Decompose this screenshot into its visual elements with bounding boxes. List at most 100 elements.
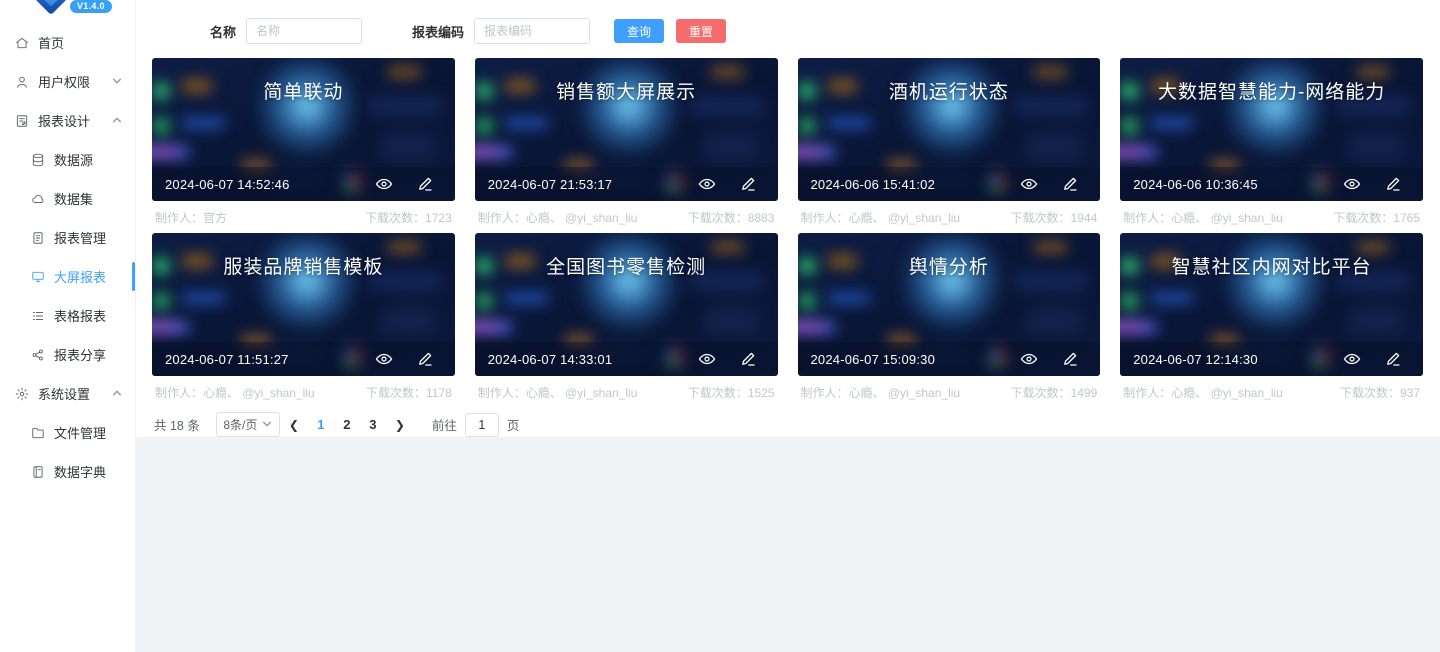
sidebar-item-dataset[interactable]: 数据集 [0, 179, 135, 218]
sidebar-item-label: 用户权限 [38, 75, 91, 90]
card-creator: 制作人：心瘾、 @yi_shan_liu [800, 386, 961, 400]
edit-icon[interactable] [1061, 350, 1079, 368]
page-size-select[interactable]: 8条/页 [215, 412, 280, 437]
sidebar-item-file-manage[interactable]: 文件管理 [0, 413, 135, 452]
edit-icon[interactable] [416, 350, 434, 368]
report-code-label: 报表编码 [412, 24, 465, 40]
card-timestamp: 2024-06-07 21:53:17 [487, 176, 613, 192]
report-design-icon [15, 114, 29, 128]
card-timestamp: 2024-06-06 10:36:45 [1133, 176, 1258, 192]
view-icon[interactable] [375, 350, 393, 368]
version-badge: V1.4.0 [70, 0, 112, 13]
sidebar-item-label: 系统设置 [38, 387, 91, 402]
report-card-cell: 酒机运行状态 2024-06-06 15:41:02 制作人：心瘾、 @yi_s… [797, 58, 1101, 226]
page-number-1[interactable]: 1 [308, 417, 334, 432]
page-number-2[interactable]: 2 [334, 417, 360, 432]
edit-icon[interactable] [1061, 175, 1079, 193]
page-number-3[interactable]: 3 [360, 417, 386, 432]
sidebar-item-label: 文件管理 [54, 426, 107, 441]
report-card[interactable]: 智慧社区内网对比平台 2024-06-07 12:14:30 [1120, 233, 1423, 376]
report-card[interactable]: 舆情分析 2024-06-07 15:09:30 [797, 233, 1101, 376]
view-icon[interactable] [1343, 175, 1361, 193]
reset-button[interactable]: 重置 [676, 19, 727, 43]
sidebar-item-data-source[interactable]: 数据源 [0, 140, 135, 179]
chevron-up-icon [112, 386, 122, 401]
prev-page-button[interactable]: ❮︎ [280, 418, 308, 432]
name-input[interactable] [246, 18, 363, 44]
sidebar-item-data-dictionary[interactable]: 数据字典 [0, 452, 135, 491]
sidebar-item-label: 表格报表 [54, 309, 107, 324]
edit-icon[interactable] [739, 175, 757, 193]
edit-icon[interactable] [1384, 175, 1402, 193]
edit-icon[interactable] [1384, 350, 1402, 368]
view-icon[interactable] [1020, 175, 1038, 193]
sidebar-item-bigscreen-report[interactable]: 大屏报表 [0, 257, 135, 296]
main-content: 名称 报表编码 查询 重置 简单联动 2024-06-07 14:5 [136, 0, 1440, 652]
report-card[interactable]: 销售额大屏展示 2024-06-07 21:53:17 [474, 58, 778, 201]
card-creator: 制作人：心瘾、 @yi_shan_liu [1123, 211, 1283, 225]
sidebar-item-label: 数据集 [54, 192, 94, 207]
user-icon [15, 75, 29, 89]
card-meta: 制作人：官方 下载次数：1723 [152, 201, 455, 226]
report-card[interactable]: 服装品牌销售模板 2024-06-07 11:51:27 [152, 233, 455, 376]
card-meta: 制作人：心瘾、 @yi_shan_liu 下载次数：8883 [475, 201, 778, 226]
sidebar-item-report-manage[interactable]: 报表管理 [0, 218, 135, 257]
sidebar-item-home[interactable]: 首页 [0, 23, 135, 62]
view-icon[interactable] [1343, 350, 1361, 368]
report-code-input[interactable] [474, 18, 591, 44]
sidebar-item-label: 首页 [38, 36, 65, 51]
card-downloads: 下载次数：1944 [1010, 211, 1098, 225]
sidebar-item-system-settings[interactable]: 系统设置 [0, 374, 135, 413]
sidebar-item-user-perms[interactable]: 用户权限 [0, 62, 135, 101]
card-downloads: 下载次数：1499 [1010, 386, 1098, 400]
card-bottom-bar: 2024-06-07 14:52:46 [152, 167, 455, 201]
view-icon[interactable] [698, 175, 716, 193]
card-title: 销售额大屏展示 [556, 82, 697, 103]
card-downloads: 下载次数：1178 [365, 386, 452, 400]
report-card-cell: 服装品牌销售模板 2024-06-07 11:51:27 制作人：心瘾、 @yi… [152, 233, 455, 401]
view-icon[interactable] [375, 175, 393, 193]
edit-icon[interactable] [416, 175, 434, 193]
card-bottom-bar: 2024-06-07 14:33:01 [474, 342, 778, 376]
goto-page-input[interactable] [464, 412, 499, 437]
card-bottom-bar: 2024-06-07 15:09:30 [797, 342, 1101, 376]
report-card[interactable]: 酒机运行状态 2024-06-06 15:41:02 [797, 58, 1101, 201]
report-card[interactable]: 全国图书零售检测 2024-06-07 14:33:01 [474, 233, 778, 376]
card-bottom-bar: 2024-06-07 21:53:17 [474, 167, 778, 201]
card-downloads: 下载次数：1723 [365, 211, 452, 225]
goto-unit: 页 [506, 419, 520, 433]
page-size-value: 8条/页 [223, 418, 258, 432]
card-downloads: 下载次数：937 [1339, 386, 1420, 400]
chevron-up-icon [112, 113, 122, 128]
pagination-goto: 前往 页 [432, 412, 520, 437]
sidebar-item-label: 大屏报表 [54, 270, 107, 285]
book-icon [31, 465, 45, 479]
card-title: 舆情分析 [908, 257, 989, 278]
card-timestamp: 2024-06-06 15:41:02 [810, 176, 936, 192]
report-card[interactable]: 大数据智慧能力-网络能力 2024-06-06 10:36:45 [1120, 58, 1423, 201]
card-meta: 制作人：心瘾、 @yi_shan_liu 下载次数：1765 [1120, 201, 1423, 226]
card-downloads: 下载次数：1765 [1333, 211, 1420, 225]
gear-icon [15, 387, 29, 401]
card-bottom-bar: 2024-06-07 11:51:27 [152, 342, 455, 376]
view-icon[interactable] [698, 350, 716, 368]
sidebar-item-report-share[interactable]: 报表分享 [0, 335, 135, 374]
report-card[interactable]: 简单联动 2024-06-07 14:52:46 [152, 58, 455, 201]
sidebar-nav: 首页 用户权限 报表设计 数据源 数据集 报表管理 大屏报表 表格报表 报表分享… [0, 14, 135, 491]
next-page-button[interactable]: ❯︎ [386, 418, 414, 432]
card-meta: 制作人：心瘾、 @yi_shan_liu 下载次数：1178 [152, 376, 455, 401]
name-label: 名称 [210, 24, 237, 40]
document-icon [31, 231, 45, 245]
query-button[interactable]: 查询 [614, 19, 665, 43]
card-creator: 制作人：心瘾、 @yi_shan_liu [477, 386, 638, 400]
card-downloads: 下载次数：1525 [687, 386, 775, 400]
card-bottom-bar: 2024-06-06 15:41:02 [797, 167, 1101, 201]
sidebar: V1.4.0 首页 用户权限 报表设计 数据源 数据集 报表管理 大屏报表 表格… [0, 0, 136, 652]
logo-row: V1.4.0 [0, 0, 135, 14]
sidebar-item-report-design[interactable]: 报表设计 [0, 101, 135, 140]
folder-icon [31, 426, 45, 440]
view-icon[interactable] [1020, 350, 1038, 368]
card-creator: 制作人：官方 [155, 211, 228, 225]
sidebar-item-table-report[interactable]: 表格报表 [0, 296, 135, 335]
edit-icon[interactable] [739, 350, 757, 368]
